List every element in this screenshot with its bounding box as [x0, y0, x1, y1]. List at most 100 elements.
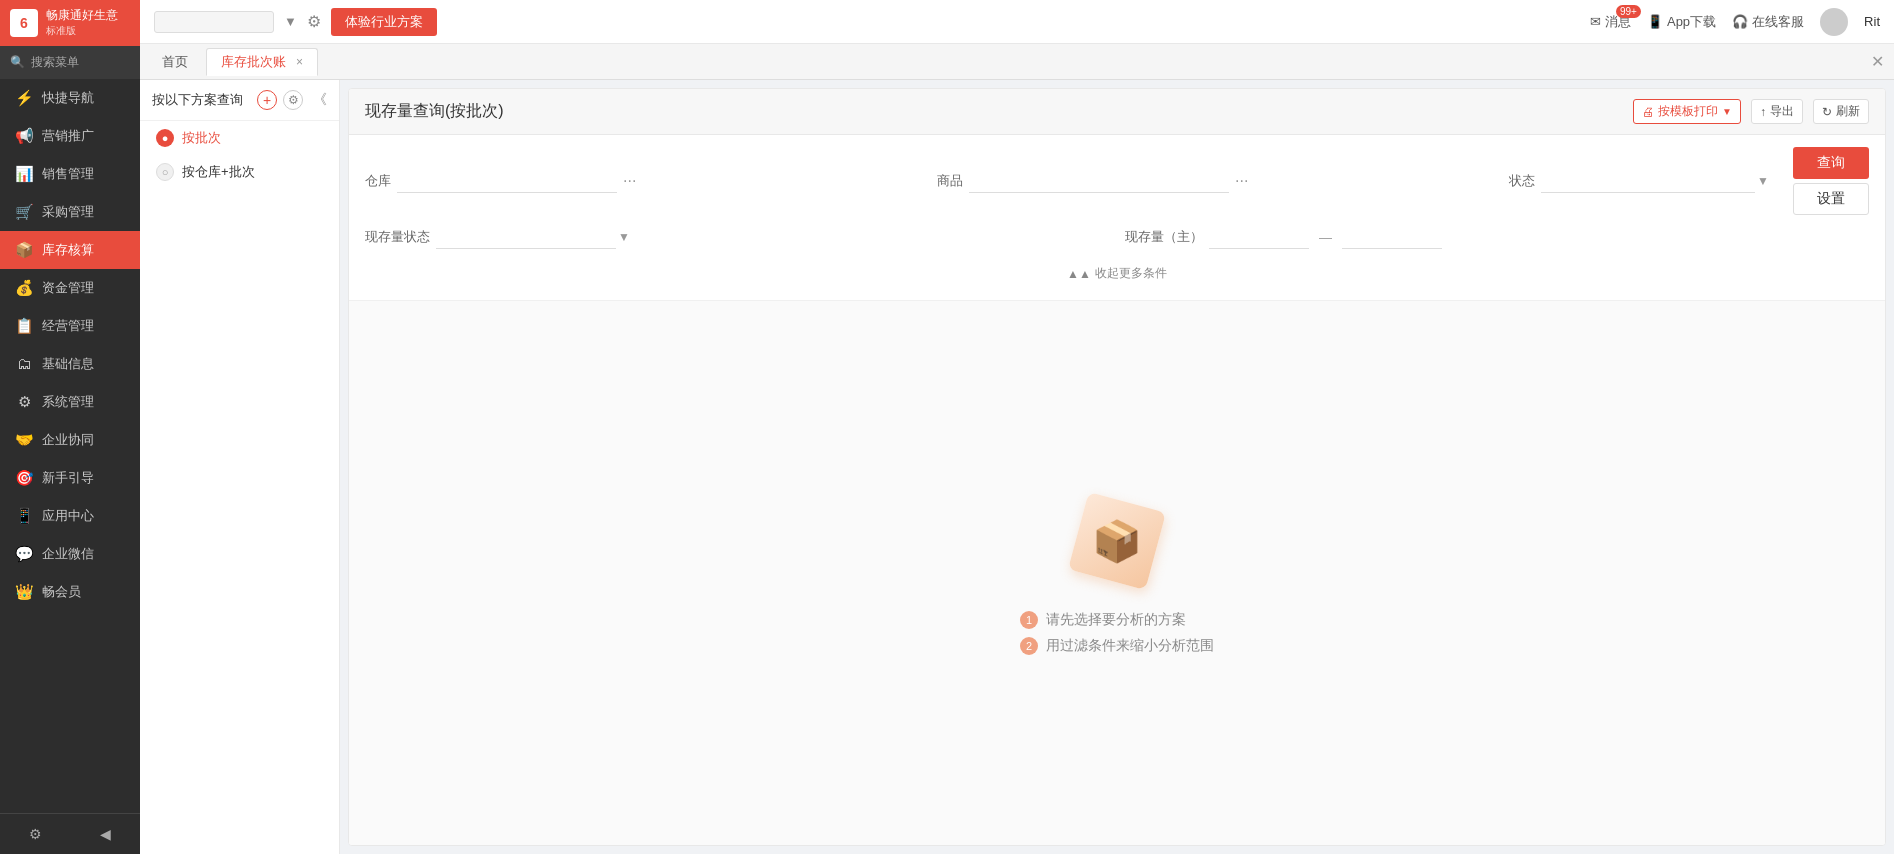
sidebar-item-enterprise[interactable]: 🤝 企业协同 [0, 421, 140, 459]
sidebar-item-appcenter[interactable]: 📱 应用中心 [0, 497, 140, 535]
sidebar-item-member[interactable]: 👑 畅会员 [0, 573, 140, 611]
tab-active-label: 库存批次账 [221, 53, 286, 71]
sidebar-item-purchase[interactable]: 🛒 采购管理 [0, 193, 140, 231]
tab-close-icon[interactable]: × [296, 55, 303, 69]
filter-status: 状态 ▼ [1509, 169, 1769, 193]
export-icon: ↑ [1760, 105, 1766, 119]
sidebar-item-label: 经营管理 [42, 317, 94, 335]
warehouse-input[interactable] [397, 169, 617, 193]
warehouse-more-icon[interactable]: ··· [623, 172, 636, 190]
top-header: ▼ ⚙ 体验行业方案 ✉ 消息 99+ 📱 App下载 🎧 在线客服 Rit [140, 0, 1894, 44]
export-label: 导出 [1770, 103, 1794, 120]
query-button[interactable]: 查询 [1793, 147, 1869, 179]
print-dropdown-arrow[interactable]: ▼ [1722, 106, 1732, 117]
refresh-button[interactable]: ↻ 刷新 [1813, 99, 1869, 124]
tab-home[interactable]: 首页 [148, 48, 202, 76]
online-service-btn[interactable]: 🎧 在线客服 [1732, 13, 1804, 31]
filter-inventory-amount: 现存量（主） — [1125, 225, 1869, 249]
plan-settings-button[interactable]: ⚙ [283, 90, 303, 110]
content-area: 按以下方案查询 + ⚙ 《 ● 按批次 ○ 按仓库+批次 现存量查询(按批次) [140, 80, 1894, 854]
operations-icon: 📋 [14, 317, 34, 335]
page-title: 现存量查询(按批次) [365, 101, 504, 122]
sidebar-item-wechat[interactable]: 💬 企业微信 [0, 535, 140, 573]
panel-collapse-icon[interactable]: 《 [313, 91, 327, 109]
sidebar-item-sales[interactable]: 📊 销售管理 [0, 155, 140, 193]
warehouse-label: 仓库 [365, 172, 391, 190]
empty-tip-1: 1 请先选择要分析的方案 [1020, 611, 1214, 629]
tab-inventory-batch[interactable]: 库存批次账 × [206, 48, 318, 76]
add-plan-button[interactable]: + [257, 90, 277, 110]
inventory-icon: 📦 [14, 241, 34, 259]
footer-settings-button[interactable]: ⚙ [21, 822, 50, 846]
empty-icon: 📦 [1067, 491, 1167, 591]
status-input[interactable] [1541, 169, 1755, 193]
header-right: ✉ 消息 99+ 📱 App下载 🎧 在线客服 Rit [1590, 8, 1880, 36]
print-button[interactable]: 🖨 按模板打印 ▼ [1633, 99, 1741, 124]
sidebar-item-quicknav[interactable]: ⚡ 快捷导航 [0, 79, 140, 117]
sidebar-item-system[interactable]: ⚙ 系统管理 [0, 383, 140, 421]
user-name[interactable]: Rit [1864, 14, 1880, 29]
export-button[interactable]: ↑ 导出 [1751, 99, 1803, 124]
filter-settings-button[interactable]: 设置 [1793, 183, 1869, 215]
dropdown-arrow-icon[interactable]: ▼ [284, 14, 297, 29]
product-input[interactable] [969, 169, 1229, 193]
status-dropdown-arrow-icon: ▼ [1757, 174, 1769, 188]
inventory-status-dropdown[interactable]: ▼ [436, 225, 1109, 249]
left-panel-actions: + ⚙ 《 [257, 90, 327, 110]
plan-item-warehouse-batch[interactable]: ○ 按仓库+批次 [140, 155, 339, 189]
product-more-icon[interactable]: ··· [1235, 172, 1248, 190]
sidebar-item-newguide[interactable]: 🎯 新手引导 [0, 459, 140, 497]
sidebar-item-basicinfo[interactable]: 🗂 基础信息 [0, 345, 140, 383]
sales-icon: 📊 [14, 165, 34, 183]
inventory-amount-to-input[interactable] [1342, 225, 1442, 249]
quicknav-icon: ⚡ [14, 89, 34, 107]
tab-bar: 首页 库存批次账 × ✕ [140, 44, 1894, 80]
sidebar-item-marketing[interactable]: 📢 营销推广 [0, 117, 140, 155]
purchase-icon: 🛒 [14, 203, 34, 221]
inventory-amount-label: 现存量（主） [1125, 228, 1203, 246]
messages-btn[interactable]: ✉ 消息 99+ [1590, 13, 1631, 31]
plan-label-warehouse: 按仓库+批次 [182, 163, 255, 181]
sidebar-item-finance[interactable]: 💰 资金管理 [0, 269, 140, 307]
finance-icon: 💰 [14, 279, 34, 297]
data-area: 📦 1 请先选择要分析的方案 2 用过滤条件来缩小分析范围 [349, 301, 1885, 845]
status-dropdown[interactable]: ▼ [1541, 169, 1769, 193]
sidebar-item-label: 资金管理 [42, 279, 94, 297]
filter-area: 仓库 ··· 商品 ··· 状态 ▼ [349, 135, 1885, 301]
close-window-icon[interactable]: ✕ [1871, 52, 1884, 71]
sidebar-item-operations[interactable]: 📋 经营管理 [0, 307, 140, 345]
basicinfo-icon: 🗂 [14, 355, 34, 372]
breadcrumb-input[interactable] [154, 11, 274, 33]
tip-1-text: 请先选择要分析的方案 [1046, 611, 1186, 629]
user-avatar[interactable] [1820, 8, 1848, 36]
footer-settings-icon: ⚙ [29, 826, 42, 842]
filter-inventory-status: 现存量状态 ▼ [365, 225, 1109, 249]
filter-row-2: 现存量状态 ▼ 现存量（主） — [365, 225, 1869, 249]
app-download-label: App下载 [1667, 13, 1716, 31]
title-actions: 🖨 按模板打印 ▼ ↑ 导出 ↻ 刷新 [1633, 99, 1869, 124]
online-service-label: 在线客服 [1752, 13, 1804, 31]
industry-btn[interactable]: 体验行业方案 [331, 8, 437, 36]
gear-icon[interactable]: ⚙ [307, 12, 321, 31]
left-panel-header: 按以下方案查询 + ⚙ 《 [140, 80, 339, 121]
empty-icon-box: 📦 [1068, 492, 1166, 590]
app-download-btn[interactable]: 📱 App下载 [1647, 13, 1716, 31]
inventory-amount-from-input[interactable] [1209, 225, 1309, 249]
search-icon: 🔍 [10, 55, 25, 69]
enterprise-icon: 🤝 [14, 431, 34, 449]
refresh-icon: ↻ [1822, 105, 1832, 119]
marketing-icon: 📢 [14, 127, 34, 145]
app-logo: 6 [10, 9, 38, 37]
sidebar-header: 6 畅康通好生意 标准版 [0, 0, 140, 46]
sidebar-item-label: 应用中心 [42, 507, 94, 525]
search-menu-item[interactable]: 🔍 搜索菜单 [0, 46, 140, 79]
tip-2-num: 2 [1020, 637, 1038, 655]
plan-item-batch[interactable]: ● 按批次 [140, 121, 339, 155]
sidebar-item-inventory[interactable]: 📦 库存核算 [0, 231, 140, 269]
filter-collapse-btn[interactable]: ▲▲ 收起更多条件 [365, 259, 1869, 288]
tab-bar-right: ✕ [1871, 52, 1884, 71]
appcenter-icon: 📱 [14, 507, 34, 525]
inventory-status-input[interactable] [436, 225, 616, 249]
footer-collapse-button[interactable]: ◀ [92, 822, 119, 846]
system-icon: ⚙ [14, 393, 34, 411]
